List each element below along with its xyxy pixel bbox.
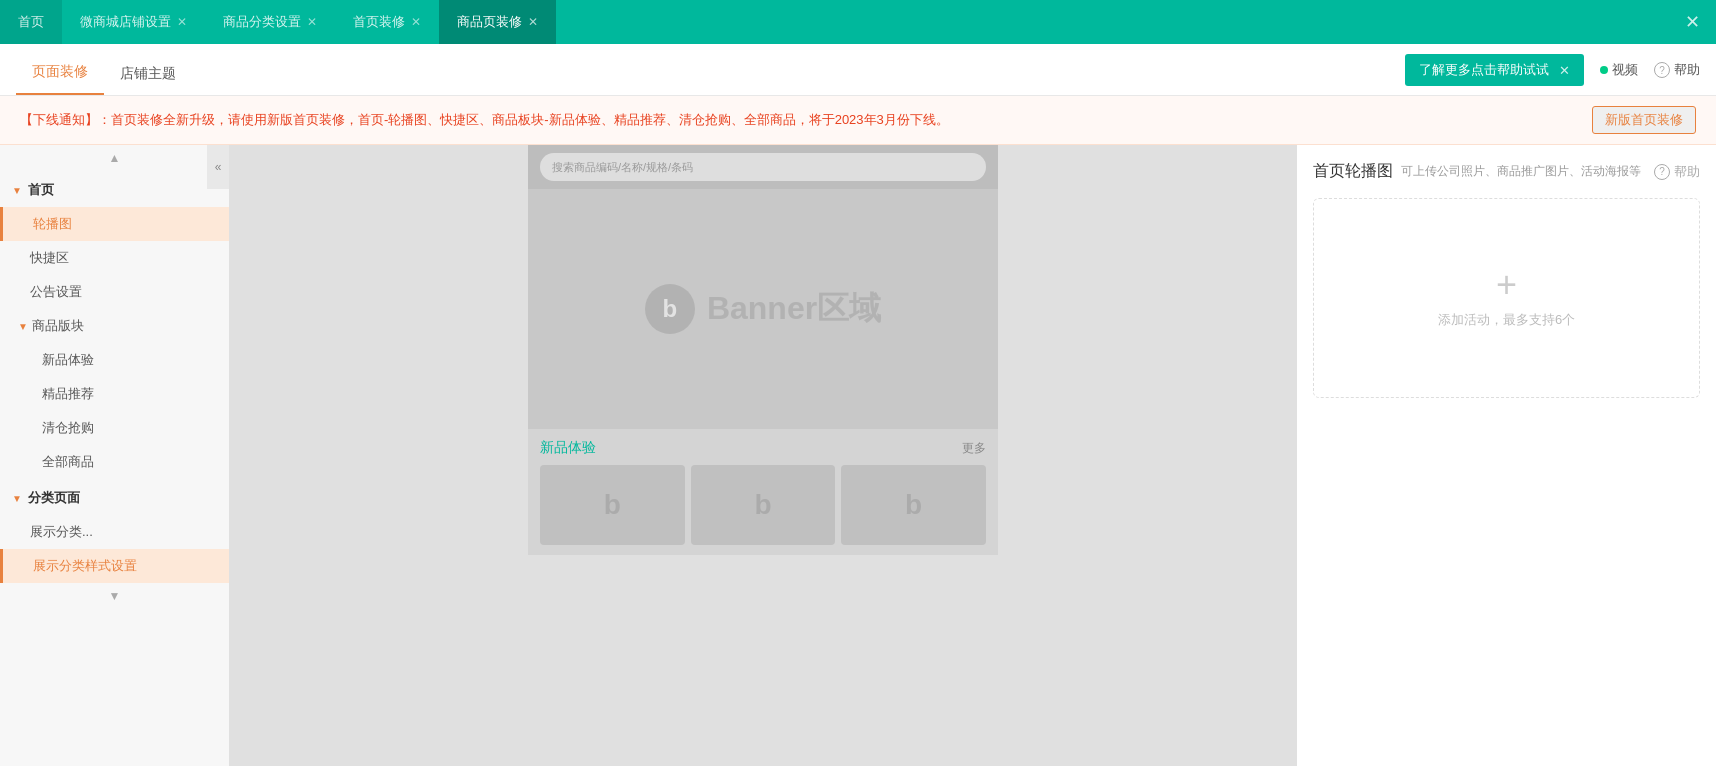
preview-phone: 搜索商品编码/名称/规格/条码 b Banner区域: [528, 145, 998, 766]
banner-logo: b Banner区域: [645, 284, 881, 334]
tab-home[interactable]: 首页: [0, 0, 62, 44]
preview-section-header: 新品体验 更多: [540, 439, 986, 457]
header-tools-right: 了解更多点击帮助试试 ✕ 视频 ? 帮助: [1405, 44, 1700, 96]
sidebar-subsection-product-block[interactable]: ▼ 商品版块: [0, 309, 229, 343]
sidebar-item-new-experience[interactable]: 新品体验: [0, 343, 229, 377]
add-image-area[interactable]: + 添加活动，最多支持6个: [1313, 198, 1700, 398]
preview-products-grid: b b b: [540, 465, 986, 545]
preview-product-card-3: b: [841, 465, 986, 545]
sidebar-scroll-up[interactable]: ▲: [0, 145, 229, 171]
add-image-label: 添加活动，最多支持6个: [1438, 311, 1575, 329]
tab-bar: 首页 微商城店铺设置 ✕ 商品分类设置 ✕ 首页装修 ✕ 商品页装修 ✕ ✕: [0, 0, 1716, 44]
sidebar-item-all-products[interactable]: 全部商品: [0, 445, 229, 479]
tab-close-product-decor[interactable]: ✕: [528, 15, 538, 29]
sub-tab-store-theme[interactable]: 店铺主题: [104, 53, 192, 95]
new-homepage-decor-button[interactable]: 新版首页装修: [1592, 106, 1696, 134]
right-panel-desc: 可上传公司照片、商品推广图片、活动海报等: [1401, 163, 1641, 180]
tab-close-category-settings[interactable]: ✕: [307, 15, 317, 29]
preview-product-section: 新品体验 更多 b b b: [528, 429, 998, 555]
notice-bar: 【下线通知】：首页装修全新升级，请使用新版首页装修，首页-轮播图、快捷区、商品板…: [0, 96, 1716, 145]
sidebar-item-shortcuts[interactable]: 快捷区: [0, 241, 229, 275]
sidebar-item-clearance[interactable]: 清仓抢购: [0, 411, 229, 445]
helper-banner-close[interactable]: ✕: [1559, 63, 1570, 78]
help-circle-icon: ?: [1654, 62, 1670, 78]
sidebar-section-home[interactable]: ▼ 首页: [0, 171, 229, 207]
tab-product-decor[interactable]: 商品页装修 ✕: [439, 0, 556, 44]
help-tool[interactable]: ? 帮助: [1654, 61, 1700, 79]
sub-header: 页面装修 店铺主题 了解更多点击帮助试试 ✕ 视频 ? 帮助: [0, 44, 1716, 96]
video-tool[interactable]: 视频: [1600, 61, 1638, 79]
preview-section-more: 更多: [962, 440, 986, 457]
tab-close-homepage-decor[interactable]: ✕: [411, 15, 421, 29]
right-panel-header: 首页轮播图 可上传公司照片、商品推广图片、活动海报等 ? 帮助: [1313, 161, 1700, 182]
sidebar-scroll-down[interactable]: ▼: [0, 583, 229, 609]
tab-store-settings[interactable]: 微商城店铺设置 ✕: [62, 0, 205, 44]
preview-banner[interactable]: b Banner区域: [528, 189, 998, 429]
sidebar: ▲ « ▼ 首页 轮播图 快捷区 公告设置 ▼ 商品版块 新品体验 精品推荐 清…: [0, 145, 230, 766]
preview-area: 搜索商品编码/名称/规格/条码 b Banner区域: [230, 145, 1296, 766]
sidebar-item-featured[interactable]: 精品推荐: [0, 377, 229, 411]
sidebar-collapse-button[interactable]: «: [207, 145, 229, 189]
add-plus-icon: +: [1496, 267, 1517, 303]
preview-search-input[interactable]: 搜索商品编码/名称/规格/条码: [540, 153, 986, 181]
notice-text: 【下线通知】：首页装修全新升级，请使用新版首页装修，首页-轮播图、快捷区、商品板…: [20, 111, 949, 129]
preview-section-title: 新品体验: [540, 439, 596, 457]
preview-product-card-1: b: [540, 465, 685, 545]
sidebar-section-category[interactable]: ▼ 分类页面: [0, 479, 229, 515]
banner-area-text: Banner区域: [707, 287, 881, 331]
preview-product-card-2: b: [691, 465, 836, 545]
main-area: ▲ « ▼ 首页 轮播图 快捷区 公告设置 ▼ 商品版块 新品体验 精品推荐 清…: [0, 145, 1716, 766]
tab-category-settings[interactable]: 商品分类设置 ✕: [205, 0, 335, 44]
preview-search-bar: 搜索商品编码/名称/规格/条码: [528, 145, 998, 189]
sidebar-item-show-category[interactable]: 展示分类...: [0, 515, 229, 549]
tab-close-store-settings[interactable]: ✕: [177, 15, 187, 29]
right-panel-title: 首页轮播图: [1313, 161, 1393, 182]
product-block-arrow-icon: ▼: [18, 321, 28, 332]
panel-help-icon: ?: [1654, 164, 1670, 180]
helper-banner: 了解更多点击帮助试试 ✕: [1405, 54, 1584, 86]
right-panel-help-button[interactable]: ? 帮助: [1654, 163, 1700, 181]
home-arrow-icon: ▼: [12, 185, 22, 196]
category-arrow-icon: ▼: [12, 493, 22, 504]
window-close-button[interactable]: ✕: [1669, 11, 1716, 33]
sidebar-item-banner[interactable]: 轮播图: [0, 207, 229, 241]
sidebar-item-category-style[interactable]: 展示分类样式设置: [0, 549, 229, 583]
sidebar-item-notice[interactable]: 公告设置: [0, 275, 229, 309]
banner-logo-icon: b: [645, 284, 695, 334]
tab-homepage-decor[interactable]: 首页装修 ✕: [335, 0, 439, 44]
right-panel: 首页轮播图 可上传公司照片、商品推广图片、活动海报等 ? 帮助 + 添加活动，最…: [1296, 145, 1716, 766]
dot-icon: [1600, 66, 1608, 74]
sub-tab-page-decor[interactable]: 页面装修: [16, 51, 104, 95]
